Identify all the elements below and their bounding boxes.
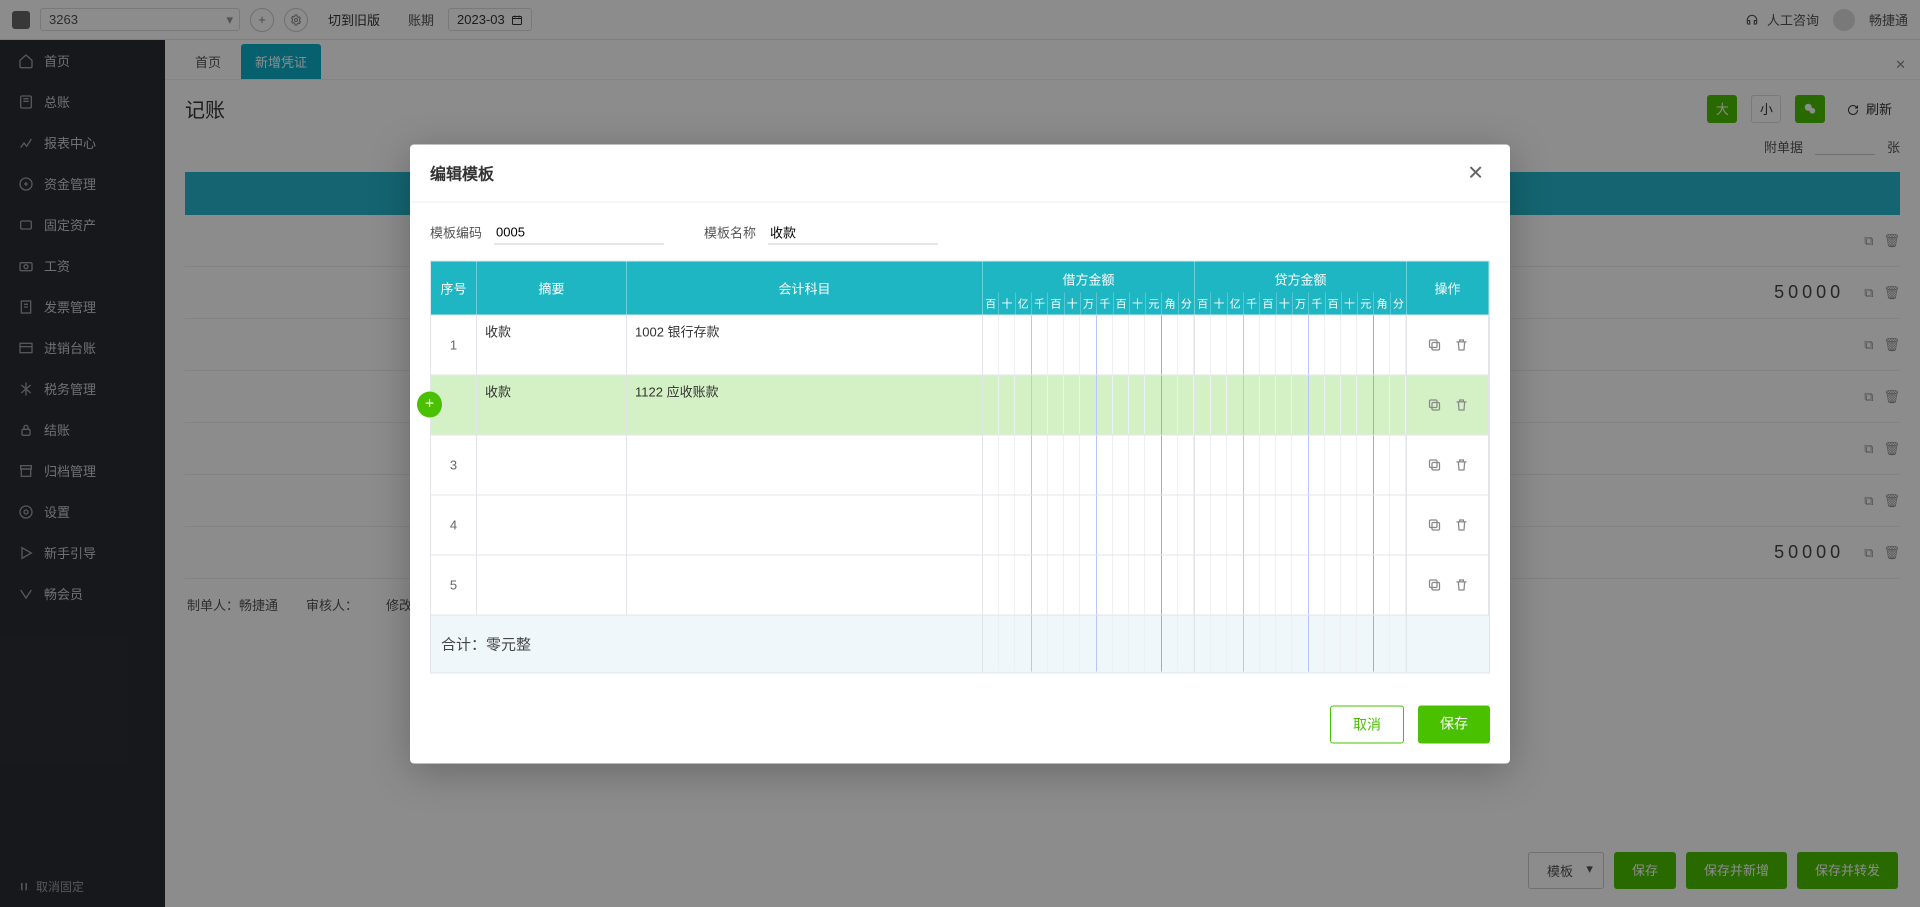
row-credit[interactable] — [1195, 435, 1407, 494]
col-summary: 摘要 — [477, 261, 627, 314]
row-index: 4 — [431, 495, 477, 554]
total-label: 合计：零元整 — [431, 615, 983, 672]
row-debit[interactable] — [983, 315, 1195, 374]
credit-units: 百十亿千百十万千百十元角分 — [1195, 292, 1406, 314]
template-name-input[interactable] — [768, 220, 938, 244]
debit-units: 百十亿千百十万千百十元角分 — [983, 292, 1194, 314]
row-summary[interactable]: 收款 — [477, 315, 627, 374]
row-debit[interactable] — [983, 375, 1195, 434]
row-credit[interactable] — [1195, 495, 1407, 554]
add-row-button[interactable]: + — [417, 392, 443, 418]
row-summary[interactable] — [477, 435, 627, 494]
modal-cancel-button[interactable]: 取消 — [1330, 705, 1404, 743]
row-op — [1407, 315, 1489, 374]
template-row[interactable]: 4 — [431, 494, 1489, 554]
row-debit[interactable] — [983, 555, 1195, 614]
delete-row-icon[interactable] — [1454, 337, 1469, 352]
delete-row-icon[interactable] — [1454, 397, 1469, 412]
copy-row-icon[interactable] — [1427, 517, 1442, 532]
row-op — [1407, 495, 1489, 554]
copy-row-icon[interactable] — [1427, 397, 1442, 412]
delete-row-icon[interactable] — [1454, 457, 1469, 472]
row-summary[interactable] — [477, 555, 627, 614]
copy-row-icon[interactable] — [1427, 577, 1442, 592]
template-name-label: 模板名称 — [704, 223, 756, 242]
row-op — [1407, 375, 1489, 434]
copy-row-icon[interactable] — [1427, 337, 1442, 352]
col-op: 操作 — [1407, 261, 1489, 314]
edit-template-modal: 编辑模板 ✕ 模板编码 模板名称 序号 摘要 会计科目 借方金额 百十亿千百十万… — [410, 144, 1510, 763]
col-debit: 借方金额 百十亿千百十万千百十元角分 — [983, 261, 1195, 314]
col-credit: 贷方金额 百十亿千百十万千百十元角分 — [1195, 261, 1407, 314]
row-account[interactable] — [627, 555, 983, 614]
row-account[interactable] — [627, 435, 983, 494]
row-debit[interactable] — [983, 435, 1195, 494]
row-credit[interactable] — [1195, 375, 1407, 434]
delete-row-icon[interactable] — [1454, 577, 1469, 592]
col-idx: 序号 — [431, 261, 477, 314]
row-account[interactable]: 1122 应收账款 — [627, 375, 983, 434]
row-index: 3 — [431, 435, 477, 494]
col-account: 会计科目 — [627, 261, 983, 314]
copy-row-icon[interactable] — [1427, 457, 1442, 472]
row-op — [1407, 435, 1489, 494]
row-summary[interactable]: 收款 — [477, 375, 627, 434]
template-row[interactable]: +收款1122 应收账款 — [431, 374, 1489, 434]
template-row[interactable]: 1收款1002 银行存款 — [431, 314, 1489, 374]
row-summary[interactable] — [477, 495, 627, 554]
row-credit[interactable] — [1195, 555, 1407, 614]
row-debit[interactable] — [983, 495, 1195, 554]
template-table: 序号 摘要 会计科目 借方金额 百十亿千百十万千百十元角分 贷方金额 百十亿千百… — [430, 260, 1490, 673]
row-index: 1 — [431, 315, 477, 374]
template-code-input[interactable] — [494, 220, 664, 244]
modal-close-button[interactable]: ✕ — [1461, 158, 1490, 187]
row-account[interactable]: 1002 银行存款 — [627, 315, 983, 374]
row-credit[interactable] — [1195, 315, 1407, 374]
template-code-label: 模板编码 — [430, 223, 482, 242]
row-op — [1407, 555, 1489, 614]
modal-title: 编辑模板 — [430, 161, 494, 185]
row-account[interactable] — [627, 495, 983, 554]
delete-row-icon[interactable] — [1454, 517, 1469, 532]
template-row[interactable]: 3 — [431, 434, 1489, 494]
row-index: 5 — [431, 555, 477, 614]
template-row[interactable]: 5 — [431, 554, 1489, 614]
modal-save-button[interactable]: 保存 — [1418, 705, 1490, 743]
